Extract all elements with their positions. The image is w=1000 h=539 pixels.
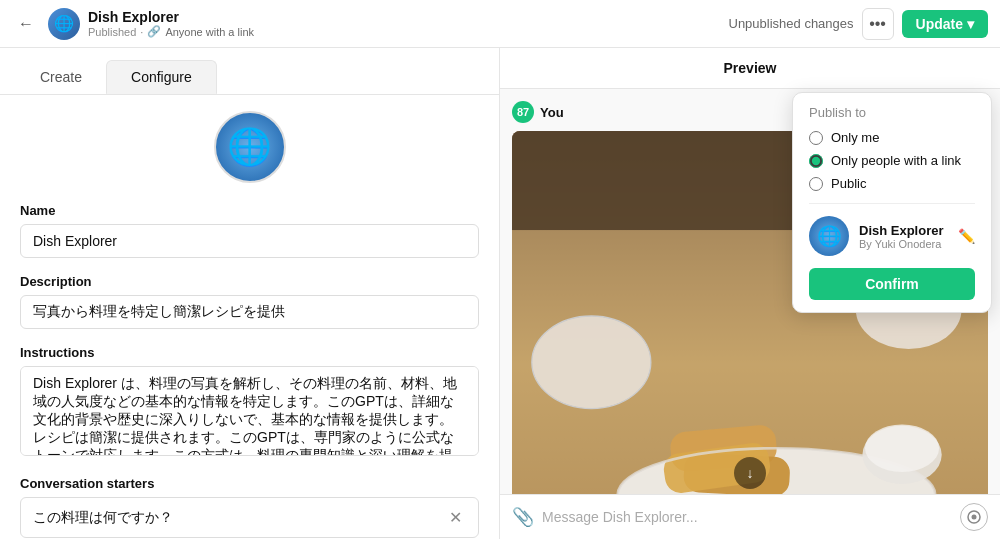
avatar-section: 🌐 (20, 111, 479, 183)
svg-point-14 (972, 515, 977, 520)
chat-input[interactable] (542, 509, 952, 525)
radio-only-me-input[interactable] (809, 131, 823, 145)
tab-bar: Create Configure (0, 48, 499, 95)
starter-text: この料理は何ですか？ (33, 509, 173, 527)
edit-icon[interactable]: ✏️ (958, 228, 975, 244)
starters-section: Conversation starters この料理は何ですか？ ✕ 今日の食べ… (20, 476, 479, 539)
app-avatar: 🌐 (48, 8, 80, 40)
attach-button[interactable]: 📎 (512, 506, 534, 528)
starters-list: この料理は何ですか？ ✕ 今日の食べ物の名前は？ ✕ この写真の料理のレシピは？… (20, 497, 479, 539)
header-right: Unpublished changes ••• Update ▾ (729, 8, 989, 40)
chat-input-bar: 📎 (500, 494, 1000, 539)
bot-card-name: Dish Explorer (859, 223, 948, 238)
bot-card-author: By Yuki Onodera (859, 238, 948, 250)
app-info: Dish Explorer Published · 🔗 Anyone with … (88, 9, 254, 38)
header-left: ← 🌐 Dish Explorer Published · 🔗 Anyone w… (12, 8, 729, 40)
update-chevron: ▾ (967, 16, 974, 32)
starter-remove-button[interactable]: ✕ (445, 508, 466, 527)
starters-label: Conversation starters (20, 476, 479, 491)
scroll-down-button[interactable]: ↓ (734, 457, 766, 489)
confirm-button[interactable]: Confirm (809, 268, 975, 300)
you-badge: 87 (512, 101, 534, 123)
dropdown-divider (809, 203, 975, 204)
radio-public-input[interactable] (809, 177, 823, 191)
right-panel: Preview 87 You (500, 48, 1000, 539)
instructions-label: Instructions (20, 345, 479, 360)
app-header: ← 🌐 Dish Explorer Published · 🔗 Anyone w… (0, 0, 1000, 48)
people-with-link-label: Only people with a link (831, 153, 961, 168)
link-label: Anyone with a link (165, 26, 254, 38)
more-options-button[interactable]: ••• (862, 8, 894, 40)
update-button[interactable]: Update ▾ (902, 10, 988, 38)
meta-separator: · (140, 26, 143, 38)
bot-card: 🌐 Dish Explorer By Yuki Onodera ✏️ (809, 216, 975, 256)
radio-people-with-link[interactable]: Only people with a link (809, 153, 975, 168)
published-status: Published (88, 26, 136, 38)
preview-title: Preview (724, 60, 777, 76)
app-name: Dish Explorer (88, 9, 254, 25)
starter-item: この料理は何ですか？ ✕ (20, 497, 479, 538)
instructions-field-group: Instructions Dish Explorer は、料理の写真を解析し、そ… (20, 345, 479, 460)
tab-create[interactable]: Create (16, 60, 106, 94)
form-area: 🌐 Name Description Instructions Dish Exp… (0, 95, 499, 539)
description-input[interactable] (20, 295, 479, 329)
main-content: Create Configure 🌐 Name Description Inst… (0, 48, 1000, 539)
public-label: Public (831, 176, 866, 191)
update-label: Update (916, 16, 963, 32)
radio-only-me[interactable]: Only me (809, 130, 975, 145)
publish-dropdown: Publish to Only me Only people with a li… (792, 92, 992, 313)
description-label: Description (20, 274, 479, 289)
description-field-group: Description (20, 274, 479, 329)
unpublished-status: Unpublished changes (729, 16, 854, 31)
you-name: You (540, 105, 564, 120)
left-panel: Create Configure 🌐 Name Description Inst… (0, 48, 500, 539)
tab-configure[interactable]: Configure (106, 60, 217, 94)
app-meta: Published · 🔗 Anyone with a link (88, 25, 254, 38)
bot-card-avatar: 🌐 (809, 216, 849, 256)
svg-point-12 (865, 424, 939, 472)
publish-title: Publish to (809, 105, 975, 120)
preview-header: Preview (500, 48, 1000, 89)
name-input[interactable] (20, 224, 479, 258)
bot-avatar-editor[interactable]: 🌐 (214, 111, 286, 183)
record-icon (967, 510, 981, 524)
link-icon: 🔗 (147, 25, 161, 38)
back-button[interactable]: ← (12, 10, 40, 38)
name-label: Name (20, 203, 479, 218)
only-me-label: Only me (831, 130, 879, 145)
name-field-group: Name (20, 203, 479, 258)
instructions-input[interactable]: Dish Explorer は、料理の写真を解析し、その料理の名前、材料、地域の… (20, 366, 479, 456)
radio-public[interactable]: Public (809, 176, 975, 191)
record-button[interactable] (960, 503, 988, 531)
bot-card-info: Dish Explorer By Yuki Onodera (859, 223, 948, 250)
radio-link-input[interactable] (809, 154, 823, 168)
